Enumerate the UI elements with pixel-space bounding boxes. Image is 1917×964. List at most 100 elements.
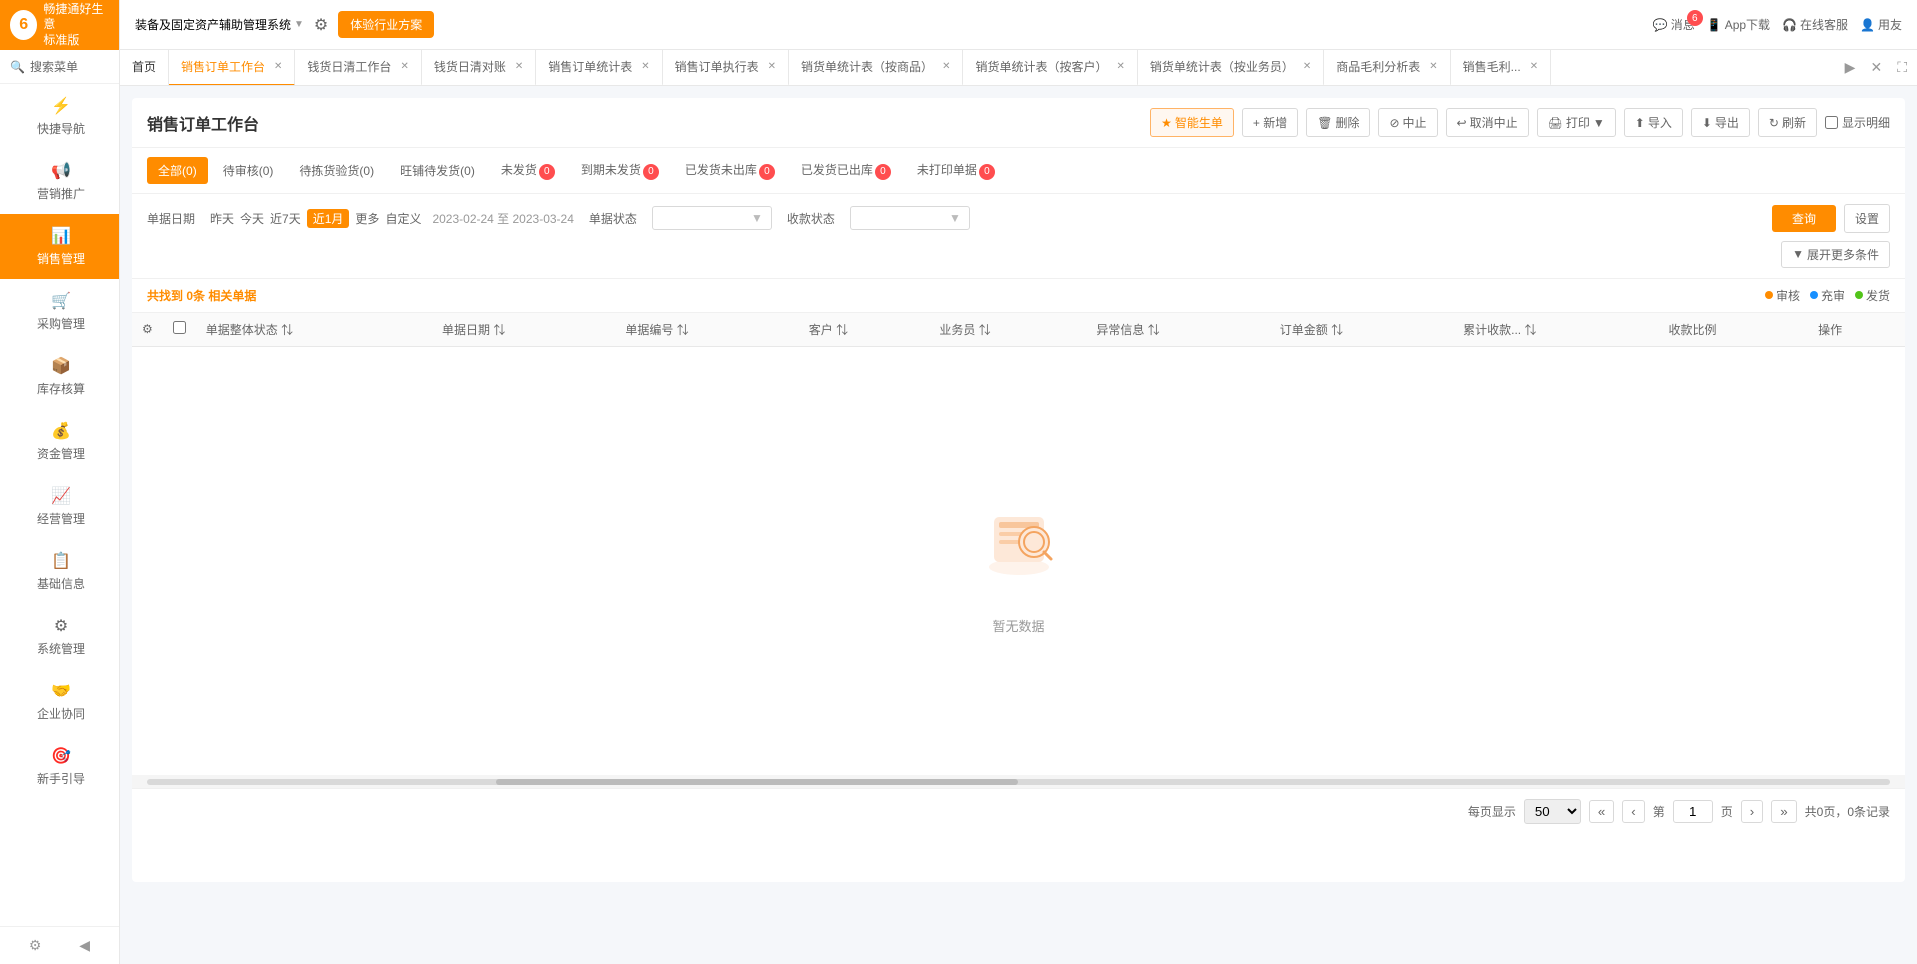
col-status[interactable]: 单据整体状态 ⇅ xyxy=(196,313,432,347)
export-button[interactable]: ⬇ 导出 xyxy=(1691,108,1750,137)
refresh-button[interactable]: ↻ 刷新 xyxy=(1758,108,1817,137)
app-download-item[interactable]: 📱 App下载 xyxy=(1707,16,1770,33)
sub-tab-expired-ship[interactable]: 到期未发货0 xyxy=(570,156,670,185)
sub-tab-not-shipped[interactable]: 未发货0 xyxy=(490,156,566,185)
sidebar-item-purchase[interactable]: 🛒 采购管理 xyxy=(0,279,119,344)
sub-tab-not-printed[interactable]: 未打印单据0 xyxy=(906,156,1006,185)
sidebar-item-operation[interactable]: 📈 经营管理 xyxy=(0,474,119,539)
scrollbar-thumb[interactable] xyxy=(496,779,1019,785)
tab-sales-exec-close[interactable]: ✕ xyxy=(768,61,776,72)
tab-sales-workbench[interactable]: 销售订单工作台 ✕ xyxy=(169,50,295,86)
tab-sales-by-product[interactable]: 销货单统计表（按商品） ✕ xyxy=(789,50,963,86)
sub-tab-pending-inspect[interactable]: 待拣货验货(0) xyxy=(288,157,385,184)
message-item[interactable]: 💬 消息 6 xyxy=(1653,16,1695,33)
sub-tab-shipped-not-out[interactable]: 已发货未出库0 xyxy=(674,156,786,185)
sidebar-item-sales[interactable]: 📊 销售管理 xyxy=(0,214,119,279)
col-amount[interactable]: 订单金额 ⇅ xyxy=(1270,313,1453,347)
next-page-btn[interactable]: › xyxy=(1741,800,1763,823)
tab-sales-exec[interactable]: 销售订单执行表 ✕ xyxy=(663,50,789,86)
sidebar-item-enterprise[interactable]: 🤝 企业协同 xyxy=(0,669,119,734)
date-opt-custom[interactable]: 自定义 xyxy=(385,210,421,227)
sidebar-item-marketing[interactable]: 📢 营销推广 xyxy=(0,149,119,214)
collapse-btn[interactable]: ◀ xyxy=(79,937,90,954)
tab-sales-by-product-close[interactable]: ✕ xyxy=(942,61,950,72)
sub-tab-pending-review[interactable]: 待审核(0) xyxy=(212,157,285,184)
system-title-dropdown[interactable]: 装备及固定资产辅助管理系统 ▼ xyxy=(135,16,304,33)
smart-gen-button[interactable]: ★ 智能生单 xyxy=(1150,108,1234,137)
sidebar-item-basic[interactable]: 📋 基础信息 xyxy=(0,539,119,604)
tab-sales-stats-close[interactable]: ✕ xyxy=(641,61,649,72)
search-menu[interactable]: 🔍 搜索菜单 xyxy=(0,50,119,84)
col-checkbox[interactable] xyxy=(163,313,196,347)
col-collected[interactable]: 累计收款... ⇅ xyxy=(1453,313,1658,347)
date-opt-7days[interactable]: 近7天 xyxy=(270,210,301,227)
tab-sales-stats[interactable]: 销售订单统计表 ✕ xyxy=(536,50,662,86)
tab-close-all-btn[interactable]: ✕ xyxy=(1865,57,1887,78)
setting-button[interactable]: 设置 xyxy=(1844,204,1890,233)
ship-action-btn[interactable]: 发货 xyxy=(1855,287,1890,304)
date-opt-today[interactable]: 今天 xyxy=(240,210,264,227)
audit-action-btn[interactable]: 审核 xyxy=(1765,287,1800,304)
payment-select[interactable]: ▼ xyxy=(850,206,970,230)
sub-tab-all[interactable]: 全部(0) xyxy=(147,157,208,184)
date-opt-more[interactable]: 更多 xyxy=(355,210,379,227)
date-opt-1month[interactable]: 近1月 xyxy=(307,209,350,228)
page-input[interactable] xyxy=(1673,800,1713,823)
online-service-item[interactable]: 🎧 在线客服 xyxy=(1782,16,1848,33)
col-staff[interactable]: 业务员 ⇅ xyxy=(929,313,1086,347)
experience-button[interactable]: 体验行业方案 xyxy=(338,11,434,38)
tab-sales-by-staff[interactable]: 销货单统计表（按业务员） ✕ xyxy=(1138,50,1324,86)
prev-page-btn[interactable]: ‹ xyxy=(1622,800,1644,823)
col-settings[interactable]: ⚙ xyxy=(132,313,163,347)
tab-sales-margin[interactable]: 销售毛利... ✕ xyxy=(1451,50,1551,86)
show-detail-checkbox[interactable] xyxy=(1825,116,1838,129)
import-button[interactable]: ⬆ 导入 xyxy=(1624,108,1683,137)
delete-button[interactable]: 🗑 删除 xyxy=(1306,108,1370,137)
show-detail-label[interactable]: 显示明细 xyxy=(1825,114,1890,131)
tab-maximize-btn[interactable]: ⛶ xyxy=(1892,57,1912,78)
tab-cash-reconcile-close[interactable]: ✕ xyxy=(515,61,523,72)
tab-sales-by-staff-close[interactable]: ✕ xyxy=(1303,61,1311,72)
col-date[interactable]: 单据日期 ⇅ xyxy=(432,313,615,347)
reverse-audit-dot xyxy=(1810,291,1818,299)
tab-cash-daily[interactable]: 钱货日清工作台 ✕ xyxy=(295,50,421,86)
first-page-btn[interactable]: « xyxy=(1589,800,1614,823)
col-number[interactable]: 单据编号 ⇅ xyxy=(615,313,798,347)
user-item[interactable]: 👤 用友 xyxy=(1860,16,1902,33)
sidebar-item-guide[interactable]: 🎯 新手引导 xyxy=(0,734,119,799)
tab-cash-reconcile[interactable]: 钱货日清对账 ✕ xyxy=(422,50,536,86)
tab-sales-margin-close[interactable]: ✕ xyxy=(1530,61,1538,72)
cancel-stop-button[interactable]: ↩ 取消中止 xyxy=(1446,108,1529,137)
sidebar-item-finance[interactable]: 💰 资金管理 xyxy=(0,409,119,474)
select-all-checkbox[interactable] xyxy=(173,321,186,334)
reverse-audit-action-btn[interactable]: 充审 xyxy=(1810,287,1845,304)
print-button[interactable]: 🖨 打印 ▼ xyxy=(1537,108,1616,137)
expand-filter-button[interactable]: ▼ 展开更多条件 xyxy=(1781,241,1890,268)
col-abnormal[interactable]: 异常信息 ⇅ xyxy=(1086,313,1269,347)
per-page-select[interactable]: 50 20 100 xyxy=(1524,799,1581,824)
new-button[interactable]: + 新增 xyxy=(1242,108,1298,137)
tab-cash-daily-close[interactable]: ✕ xyxy=(400,61,408,72)
tab-margin-analysis[interactable]: 商品毛利分析表 ✕ xyxy=(1324,50,1450,86)
tab-home[interactable]: 首页 xyxy=(120,50,169,86)
col-customer[interactable]: 客户 ⇅ xyxy=(799,313,930,347)
horizontal-scrollbar[interactable] xyxy=(147,779,1890,785)
ship-dot xyxy=(1855,291,1863,299)
settings-bottom-btn[interactable]: ⚙ xyxy=(29,937,42,954)
tab-sales-by-customer[interactable]: 销货单统计表（按客户） ✕ xyxy=(963,50,1137,86)
date-opt-yesterday[interactable]: 昨天 xyxy=(210,210,234,227)
tab-scroll-right-btn[interactable]: ▶ xyxy=(1840,57,1861,78)
tab-sales-workbench-close[interactable]: ✕ xyxy=(274,61,282,72)
query-button[interactable]: 查询 xyxy=(1772,205,1836,232)
sidebar-item-system[interactable]: ⚙ 系统管理 xyxy=(0,604,119,669)
sidebar-item-inventory[interactable]: 📦 库存核算 xyxy=(0,344,119,409)
sidebar-item-quick-nav[interactable]: ⚡ 快捷导航 xyxy=(0,84,119,149)
sub-tab-wangpu-ship[interactable]: 旺铺待发货(0) xyxy=(389,157,486,184)
status-select[interactable]: ▼ xyxy=(652,206,772,230)
last-page-btn[interactable]: » xyxy=(1771,800,1796,823)
stop-button[interactable]: ⊘ 中止 xyxy=(1378,108,1437,137)
tab-margin-analysis-close[interactable]: ✕ xyxy=(1429,61,1437,72)
tab-sales-by-customer-close[interactable]: ✕ xyxy=(1116,61,1124,72)
sub-tab-shipped-out[interactable]: 已发货已出库0 xyxy=(790,156,902,185)
header-settings-icon[interactable]: ⚙ xyxy=(314,15,328,35)
